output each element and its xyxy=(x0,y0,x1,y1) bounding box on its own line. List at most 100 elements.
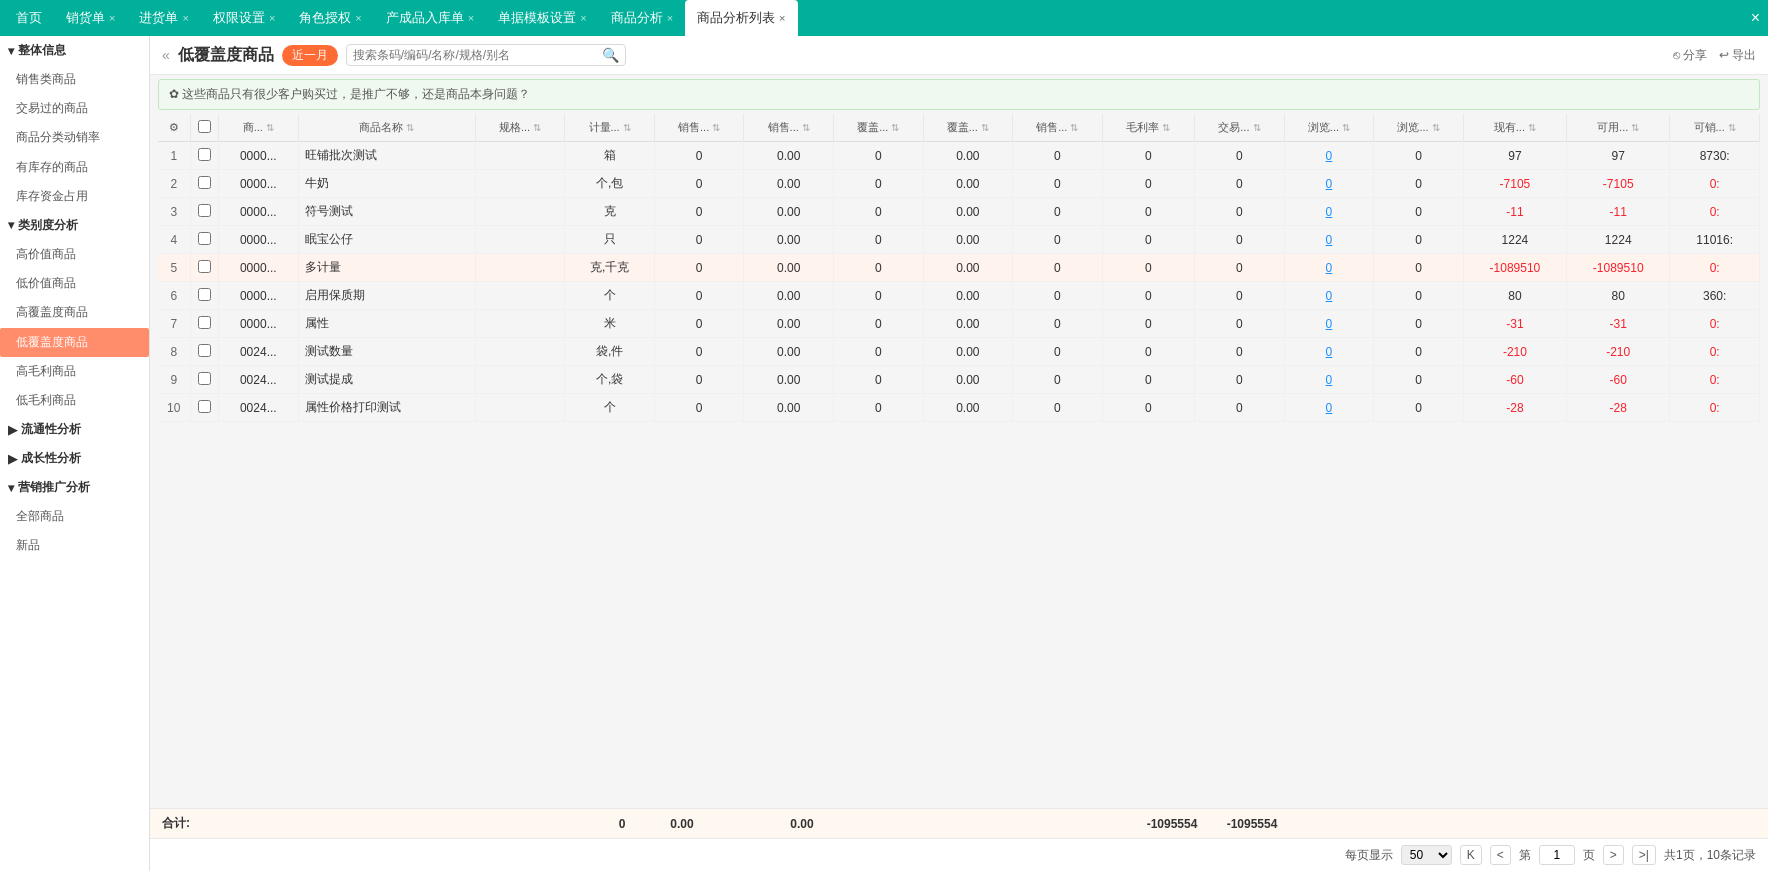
saleable-column-header[interactable]: 可销... ⇅ xyxy=(1670,114,1760,142)
row-select-checkbox[interactable] xyxy=(198,232,211,245)
last-page-button[interactable]: >| xyxy=(1632,845,1656,865)
row-browse1[interactable]: 0 xyxy=(1284,366,1374,394)
sidebar-item-高覆盖度商品[interactable]: 高覆盖度商品 xyxy=(0,298,149,327)
browse1-column-header[interactable]: 浏览... ⇅ xyxy=(1284,114,1374,142)
tab-close-icon[interactable]: × xyxy=(779,12,785,24)
row-checkbox[interactable] xyxy=(190,282,218,310)
sidebar-item-低覆盖度商品[interactable]: 低覆盖度商品 xyxy=(0,328,149,357)
row-browse1[interactable]: 0 xyxy=(1284,198,1374,226)
next-page-button[interactable]: > xyxy=(1603,845,1624,865)
row-select-checkbox[interactable] xyxy=(198,288,211,301)
name-column-header[interactable]: 商品名称 ⇅ xyxy=(299,114,476,142)
current-page-input[interactable] xyxy=(1539,845,1575,865)
tab-close-icon[interactable]: × xyxy=(355,12,361,24)
row-select-checkbox[interactable] xyxy=(198,372,211,385)
row-browse1[interactable]: 0 xyxy=(1284,254,1374,282)
row-browse1[interactable]: 0 xyxy=(1284,142,1374,170)
row-select-checkbox[interactable] xyxy=(198,400,211,413)
sidebar-item-高价值商品[interactable]: 高价值商品 xyxy=(0,240,149,269)
sidebar-item-销售类商品[interactable]: 销售类商品 xyxy=(0,65,149,94)
settings-column-header[interactable]: ⚙ xyxy=(158,114,190,142)
cover2-column-header[interactable]: 覆盖... ⇅ xyxy=(923,114,1013,142)
nav-tab-产成品入库单[interactable]: 产成品入库单× xyxy=(374,0,486,36)
tab-close-icon[interactable]: × xyxy=(667,12,673,24)
sidebar-section-流通性分析[interactable]: ▶流通性分析 xyxy=(0,415,149,444)
sale-amt-column-header[interactable]: 销售... ⇅ xyxy=(744,114,834,142)
sidebar-item-全部商品[interactable]: 全部商品 xyxy=(0,502,149,531)
row-checkbox[interactable] xyxy=(190,254,218,282)
row-browse1[interactable]: 0 xyxy=(1284,170,1374,198)
prev-page-button[interactable]: < xyxy=(1490,845,1511,865)
sidebar-item-交易过的商品[interactable]: 交易过的商品 xyxy=(0,94,149,123)
first-page-button[interactable]: K xyxy=(1460,845,1482,865)
nav-tab-进货单[interactable]: 进货单× xyxy=(127,0,200,36)
nav-tab-权限设置[interactable]: 权限设置× xyxy=(201,0,287,36)
code-column-header[interactable]: 商... ⇅ xyxy=(218,114,299,142)
sidebar-section-成长性分析[interactable]: ▶成长性分析 xyxy=(0,444,149,473)
cover1-column-header[interactable]: 覆盖... ⇅ xyxy=(833,114,923,142)
row-checkbox[interactable] xyxy=(190,338,218,366)
sidebar-item-低价值商品[interactable]: 低价值商品 xyxy=(0,269,149,298)
available-stock-column-header[interactable]: 可用... ⇅ xyxy=(1567,114,1670,142)
nav-tab-角色授权[interactable]: 角色授权× xyxy=(287,0,373,36)
row-checkbox[interactable] xyxy=(190,366,218,394)
nav-tab-销货单[interactable]: 销货单× xyxy=(54,0,127,36)
checkbox-column-header[interactable] xyxy=(190,114,218,142)
row-checkbox[interactable] xyxy=(190,198,218,226)
nav-tab-单据模板设置[interactable]: 单据模板设置× xyxy=(486,0,598,36)
tab-close-icon[interactable]: × xyxy=(269,12,275,24)
spec-column-header[interactable]: 规格... ⇅ xyxy=(475,114,565,142)
sale-qty-column-header[interactable]: 销售... ⇅ xyxy=(654,114,744,142)
unit-column-header[interactable]: 计量... ⇅ xyxy=(565,114,655,142)
row-checkbox[interactable] xyxy=(190,170,218,198)
nav-tab-商品分析[interactable]: 商品分析× xyxy=(599,0,685,36)
sidebar-item-低毛利商品[interactable]: 低毛利商品 xyxy=(0,386,149,415)
sidebar-section-类别度分析[interactable]: ▾类别度分析 xyxy=(0,211,149,240)
row-saleable: 0: xyxy=(1670,170,1760,198)
nav-tab-首页[interactable]: 首页 xyxy=(4,0,54,36)
sidebar-item-新品[interactable]: 新品 xyxy=(0,531,149,560)
tab-close-icon[interactable]: × xyxy=(580,12,586,24)
sidebar-item-高毛利商品[interactable]: 高毛利商品 xyxy=(0,357,149,386)
table-header-row: ⚙ 商... ⇅ 商品名称 ⇅ 规格... ⇅ 计量... ⇅ 销售... ⇅ … xyxy=(158,114,1760,142)
row-select-checkbox[interactable] xyxy=(198,204,211,217)
row-browse1[interactable]: 0 xyxy=(1284,338,1374,366)
share-button[interactable]: ⎋ 分享 xyxy=(1673,47,1707,64)
tab-close-icon[interactable]: × xyxy=(109,12,115,24)
window-close-button[interactable]: × xyxy=(1751,9,1760,27)
select-all-checkbox[interactable] xyxy=(198,120,211,133)
per-page-select[interactable]: 2050100200 xyxy=(1401,845,1452,865)
row-spec xyxy=(475,282,565,310)
sidebar-section-营销推广分析[interactable]: ▾营销推广分析 xyxy=(0,473,149,502)
row-select-checkbox[interactable] xyxy=(198,260,211,273)
current-stock-column-header[interactable]: 现有... ⇅ xyxy=(1463,114,1566,142)
sidebar-section-整体信息[interactable]: ▾整体信息 xyxy=(0,36,149,65)
search-input[interactable] xyxy=(353,48,602,62)
export-button[interactable]: ↩ 导出 xyxy=(1719,47,1756,64)
row-select-checkbox[interactable] xyxy=(198,176,211,189)
row-select-checkbox[interactable] xyxy=(198,148,211,161)
row-browse1[interactable]: 0 xyxy=(1284,394,1374,422)
row-checkbox[interactable] xyxy=(190,226,218,254)
row-browse1[interactable]: 0 xyxy=(1284,226,1374,254)
browse2-column-header[interactable]: 浏览... ⇅ xyxy=(1374,114,1464,142)
row-select-checkbox[interactable] xyxy=(198,344,211,357)
nav-tab-商品分析列表[interactable]: 商品分析列表× xyxy=(685,0,797,36)
sidebar-item-商品分类动销率[interactable]: 商品分类动销率 xyxy=(0,123,149,152)
sale3-column-header[interactable]: 销售... ⇅ xyxy=(1013,114,1103,142)
tab-close-icon[interactable]: × xyxy=(182,12,188,24)
row-checkbox[interactable] xyxy=(190,394,218,422)
period-filter-button[interactable]: 近一月 xyxy=(282,45,338,66)
sidebar-item-库存资金占用[interactable]: 库存资金占用 xyxy=(0,182,149,211)
sidebar-item-有库存的商品[interactable]: 有库存的商品 xyxy=(0,153,149,182)
profit-rate-column-header[interactable]: 毛利率 ⇅ xyxy=(1102,114,1195,142)
row-select-checkbox[interactable] xyxy=(198,316,211,329)
row-browse1[interactable]: 0 xyxy=(1284,282,1374,310)
row-checkbox[interactable] xyxy=(190,142,218,170)
data-table-container[interactable]: ⚙ 商... ⇅ 商品名称 ⇅ 规格... ⇅ 计量... ⇅ 销售... ⇅ … xyxy=(158,114,1760,808)
tab-close-icon[interactable]: × xyxy=(468,12,474,24)
collapse-sidebar-button[interactable]: « xyxy=(162,47,170,63)
row-checkbox[interactable] xyxy=(190,310,218,338)
row-browse1[interactable]: 0 xyxy=(1284,310,1374,338)
trade-column-header[interactable]: 交易... ⇅ xyxy=(1195,114,1285,142)
